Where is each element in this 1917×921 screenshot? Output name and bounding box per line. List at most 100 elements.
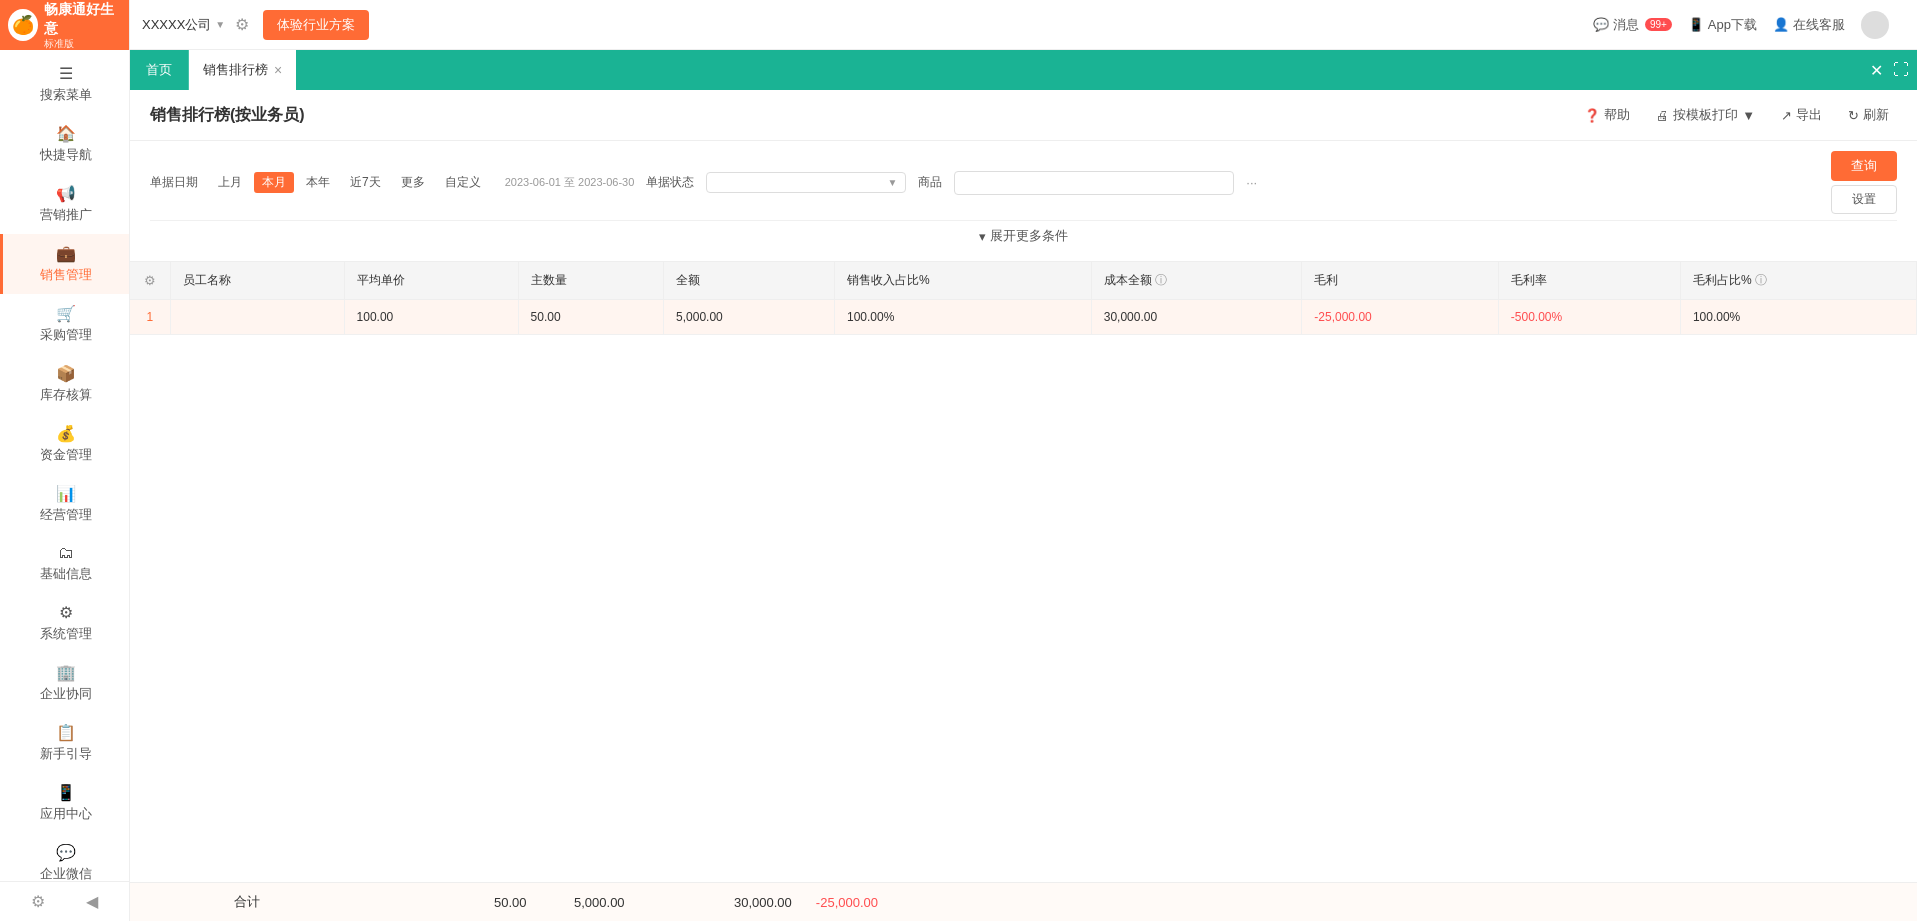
cost-info-icon[interactable]: ⓘ xyxy=(1155,273,1167,287)
sidebar-label-basic-info: 基础信息 xyxy=(40,565,92,583)
sidebar-label-inventory: 库存核算 xyxy=(40,386,92,404)
sidebar-label-system: 系统管理 xyxy=(40,625,92,643)
sidebar-label-marketing: 营销推广 xyxy=(40,206,92,224)
footer-total-label: 合计 xyxy=(222,893,402,911)
collapse-icon[interactable]: ◀ xyxy=(86,892,98,911)
help-icon: ❓ xyxy=(1584,108,1600,123)
date-tab-prev[interactable]: 上月 xyxy=(210,172,250,193)
online-service-label: 在线客服 xyxy=(1793,16,1845,34)
sidebar-item-basic-info[interactable]: 🗂 基础信息 xyxy=(0,534,129,593)
date-tab-year[interactable]: 本年 xyxy=(298,172,338,193)
sidebar-item-enterprise[interactable]: 🏢 企业协同 xyxy=(0,653,129,713)
tabbar: 首页 销售排行榜 × ✕ ⛶ xyxy=(130,50,1917,90)
app-download-label: App下载 xyxy=(1708,16,1757,34)
topbar-right: 💬 消息 99+ 📱 App下载 👤 在线客服 xyxy=(1593,11,1905,39)
sidebar-item-system[interactable]: ⚙ 系统管理 xyxy=(0,593,129,653)
print-dropdown-icon: ▼ xyxy=(1742,108,1755,123)
tabbar-maximize-icon[interactable]: ⛶ xyxy=(1893,61,1909,79)
tab-home[interactable]: 首页 xyxy=(130,50,189,90)
sidebar-label-weixin: 企业微信 xyxy=(40,865,92,881)
status-select[interactable]: ▼ xyxy=(706,172,906,193)
table-body: 1 100.00 50.00 5,000.00 100.00% 30,000.0… xyxy=(130,300,1917,335)
app-logo: 🍊 畅康通好生意 标准版 xyxy=(0,0,129,50)
page-title: 销售排行榜(按业务员) xyxy=(150,105,305,126)
print-icon: 🖨 xyxy=(1656,108,1669,123)
app-download-btn[interactable]: 📱 App下载 xyxy=(1688,16,1757,34)
status-dropdown-icon: ▼ xyxy=(887,177,897,188)
logo-main: 畅康通好生意 xyxy=(44,0,121,36)
sidebar-item-weixin[interactable]: 💬 企业微信 xyxy=(0,833,129,881)
data-table-container: ⚙ 员工名称 平均单价 主数量 全额 销售收入占比% 成本全额 ⓘ 毛利 毛利率… xyxy=(130,262,1917,882)
product-more-icon[interactable]: ··· xyxy=(1246,175,1257,190)
sidebar-item-guide[interactable]: 📋 新手引导 xyxy=(0,713,129,773)
gross-ratio-info-icon[interactable]: ⓘ xyxy=(1755,273,1767,287)
tabbar-close-icon[interactable]: ✕ xyxy=(1870,61,1883,80)
sidebar-label-purchase: 采购管理 xyxy=(40,326,92,344)
tab-home-label: 首页 xyxy=(146,61,172,79)
sidebar-item-marketing[interactable]: 📢 营销推广 xyxy=(0,174,129,234)
col-sales-ratio-header: 销售收入占比% xyxy=(835,262,1092,300)
company-dropdown-icon: ▼ xyxy=(215,19,225,30)
sidebar-icon-enterprise: 🏢 xyxy=(56,663,76,682)
sidebar-item-inventory[interactable]: 📦 库存核算 xyxy=(0,354,129,414)
sidebar-item-app-center[interactable]: 📱 应用中心 xyxy=(0,773,129,833)
date-tab-7days[interactable]: 近7天 xyxy=(342,172,389,193)
tab-active-label: 销售排行榜 xyxy=(203,61,268,79)
expand-more-btn[interactable]: ▾ 展开更多条件 xyxy=(979,227,1068,245)
product-label: 商品 xyxy=(918,174,942,191)
sidebar-label-guide: 新手引导 xyxy=(40,745,92,763)
expand-label: 展开更多条件 xyxy=(990,227,1068,245)
expand-icon: ▾ xyxy=(979,229,986,244)
table-row: 1 100.00 50.00 5,000.00 100.00% 30,000.0… xyxy=(130,300,1917,335)
message-label: 消息 xyxy=(1613,16,1639,34)
table-head: ⚙ 员工名称 平均单价 主数量 全额 销售收入占比% 成本全额 ⓘ 毛利 毛利率… xyxy=(130,262,1917,300)
filter-row-1: 单据日期 上月 本月 本年 近7天 更多 自定义 2023-06-01 至 20… xyxy=(150,151,1897,214)
sidebar-item-quick-nav[interactable]: 🏠 快捷导航 xyxy=(0,114,129,174)
refresh-btn[interactable]: ↻ 刷新 xyxy=(1840,102,1897,128)
query-btn[interactable]: 查询 xyxy=(1831,151,1897,181)
cell-amount: 5,000.00 xyxy=(664,300,835,335)
product-input[interactable] xyxy=(954,171,1234,195)
sidebar-item-search-order[interactable]: ☰ 搜索菜单 xyxy=(0,54,129,114)
sidebar-icon-sales: 💼 xyxy=(56,244,76,263)
sidebar-icon-search-order: ☰ xyxy=(59,64,73,83)
sidebar-item-finance[interactable]: 💰 资金管理 xyxy=(0,414,129,474)
sidebar-item-purchase[interactable]: 🛒 采购管理 xyxy=(0,294,129,354)
tab-close-icon[interactable]: × xyxy=(274,62,282,78)
col-settings: ⚙ xyxy=(130,262,170,300)
date-label: 单据日期 xyxy=(150,174,198,191)
help-btn[interactable]: ❓ 帮助 xyxy=(1576,102,1638,128)
sidebar-item-sales[interactable]: 💼 销售管理 xyxy=(0,234,129,294)
col-settings-icon[interactable]: ⚙ xyxy=(144,273,156,288)
sidebar-item-operations[interactable]: 📊 经营管理 xyxy=(0,474,129,534)
online-service-icon: 👤 xyxy=(1773,17,1789,32)
topbar-settings-icon[interactable]: ⚙ xyxy=(235,15,249,34)
col-amount-header: 全额 xyxy=(664,262,835,300)
settings-icon[interactable]: ⚙ xyxy=(31,892,45,911)
footer-amount: 5,000.00 xyxy=(562,895,642,910)
date-tab-more[interactable]: 更多 xyxy=(393,172,433,193)
date-tab-custom[interactable]: 自定义 xyxy=(437,172,489,193)
cell-avg-price: 100.00 xyxy=(344,300,518,335)
template-print-btn[interactable]: 🖨 按模板打印 ▼ xyxy=(1648,102,1763,128)
sidebar-icon-operations: 📊 xyxy=(56,484,76,503)
col-main-qty-header: 主数量 xyxy=(518,262,663,300)
filter-settings-btn[interactable]: 设置 xyxy=(1831,185,1897,214)
trial-btn[interactable]: 体验行业方案 xyxy=(263,10,369,40)
footer-cost: 30,000.00 xyxy=(722,895,804,910)
sidebar-icon-purchase: 🛒 xyxy=(56,304,76,323)
avatar[interactable] xyxy=(1861,11,1889,39)
company-selector[interactable]: XXXXX公司 ▼ xyxy=(142,16,225,34)
online-service-btn[interactable]: 👤 在线客服 xyxy=(1773,16,1845,34)
sidebar-icon-inventory: 📦 xyxy=(56,364,76,383)
tab-sales-ranking[interactable]: 销售排行榜 × xyxy=(189,50,296,90)
topbar: XXXXX公司 ▼ ⚙ 体验行业方案 💬 消息 99+ 📱 App下载 👤 在线… xyxy=(130,0,1917,50)
col-cost-header: 成本全额 ⓘ xyxy=(1091,262,1302,300)
footer-main-qty: 50.00 xyxy=(482,895,562,910)
date-tab-current[interactable]: 本月 xyxy=(254,172,294,193)
cell-gross-rate: -500.00% xyxy=(1498,300,1680,335)
message-btn[interactable]: 💬 消息 99+ xyxy=(1593,16,1672,34)
page-actions: ❓ 帮助 🖨 按模板打印 ▼ ↗ 导出 ↻ 刷新 xyxy=(1576,102,1897,128)
app-download-icon: 📱 xyxy=(1688,17,1704,32)
export-btn[interactable]: ↗ 导出 xyxy=(1773,102,1830,128)
